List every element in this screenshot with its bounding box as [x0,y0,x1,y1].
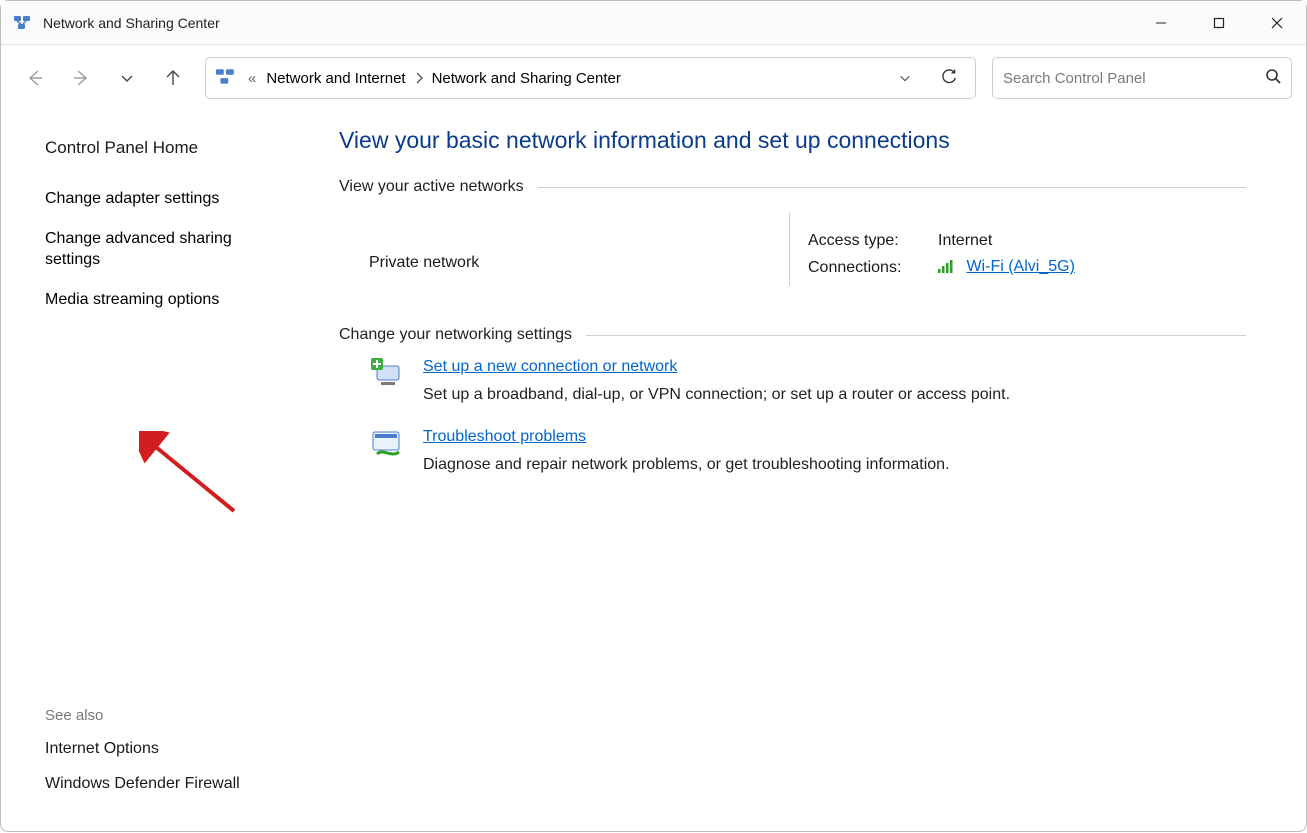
control-panel-home-link[interactable]: Control Panel Home [45,137,291,160]
change-advanced-sharing-link[interactable]: Change advanced sharing settings [45,228,291,271]
see-also-header: See also [45,707,240,724]
chevron-right-icon[interactable] [414,72,424,84]
setup-connection-item: Set up a new connection or network Set u… [369,358,1246,404]
location-icon [216,67,238,89]
window-controls [1132,1,1306,45]
media-streaming-options-link[interactable]: Media streaming options [45,289,291,311]
breadcrumb-current[interactable]: Network and Sharing Center [428,66,625,91]
active-network-row: Private network Access type: Internet Co… [369,212,1246,286]
active-networks-header: View your active networks [339,178,1246,196]
address-bar[interactable]: « Network and Internet Network and Shari… [205,57,976,99]
page-title: View your basic network information and … [339,127,1246,154]
refresh-button[interactable] [929,58,969,98]
vertical-divider [789,212,790,286]
change-adapter-settings-link[interactable]: Change adapter settings [45,188,291,210]
up-button[interactable] [153,59,193,97]
connections-label: Connections: [808,259,938,277]
troubleshoot-desc: Diagnose and repair network problems, or… [423,456,950,474]
troubleshoot-item: Troubleshoot problems Diagnose and repai… [369,428,1246,474]
see-also-section: See also Internet Options Windows Defend… [45,707,240,809]
wifi-signal-icon [938,259,956,278]
troubleshoot-icon [369,428,409,468]
sidebar: Control Panel Home Change adapter settin… [1,109,311,833]
change-settings-label: Change your networking settings [339,326,572,344]
setup-connection-link[interactable]: Set up a new connection or network [423,358,677,375]
connection-link[interactable]: Wi-Fi (Alvi_5G) [966,258,1074,275]
windows-defender-firewall-link[interactable]: Windows Defender Firewall [45,773,240,795]
troubleshoot-link[interactable]: Troubleshoot problems [423,428,586,445]
setup-connection-icon [369,358,409,398]
window-title: Network and Sharing Center [43,15,220,31]
minimize-button[interactable] [1132,1,1190,45]
annotation-arrow-icon [139,431,249,531]
internet-options-link[interactable]: Internet Options [45,738,240,760]
back-button[interactable] [15,59,55,97]
access-type-value: Internet [938,232,992,250]
setup-connection-desc: Set up a broadband, dial-up, or VPN conn… [423,386,1010,404]
address-history-button[interactable] [885,58,925,98]
main-content: View your basic network information and … [311,109,1306,833]
search-box[interactable] [992,57,1292,99]
maximize-button[interactable] [1190,1,1248,45]
recent-dropdown-button[interactable] [107,59,147,97]
divider [586,335,1246,336]
forward-button[interactable] [61,59,101,97]
access-type-label: Access type: [808,232,938,250]
network-type: Private network [369,254,789,272]
close-button[interactable] [1248,1,1306,45]
search-input[interactable] [1003,70,1265,87]
app-icon [13,13,33,33]
title-bar: Network and Sharing Center [1,1,1306,45]
breadcrumb-overflow-icon[interactable]: « [248,70,256,87]
nav-toolbar: « Network and Internet Network and Shari… [1,45,1306,109]
divider [538,187,1246,188]
change-settings-header: Change your networking settings [339,326,1246,344]
breadcrumb-parent[interactable]: Network and Internet [262,66,409,91]
search-icon[interactable] [1265,68,1281,88]
active-networks-label: View your active networks [339,178,524,196]
